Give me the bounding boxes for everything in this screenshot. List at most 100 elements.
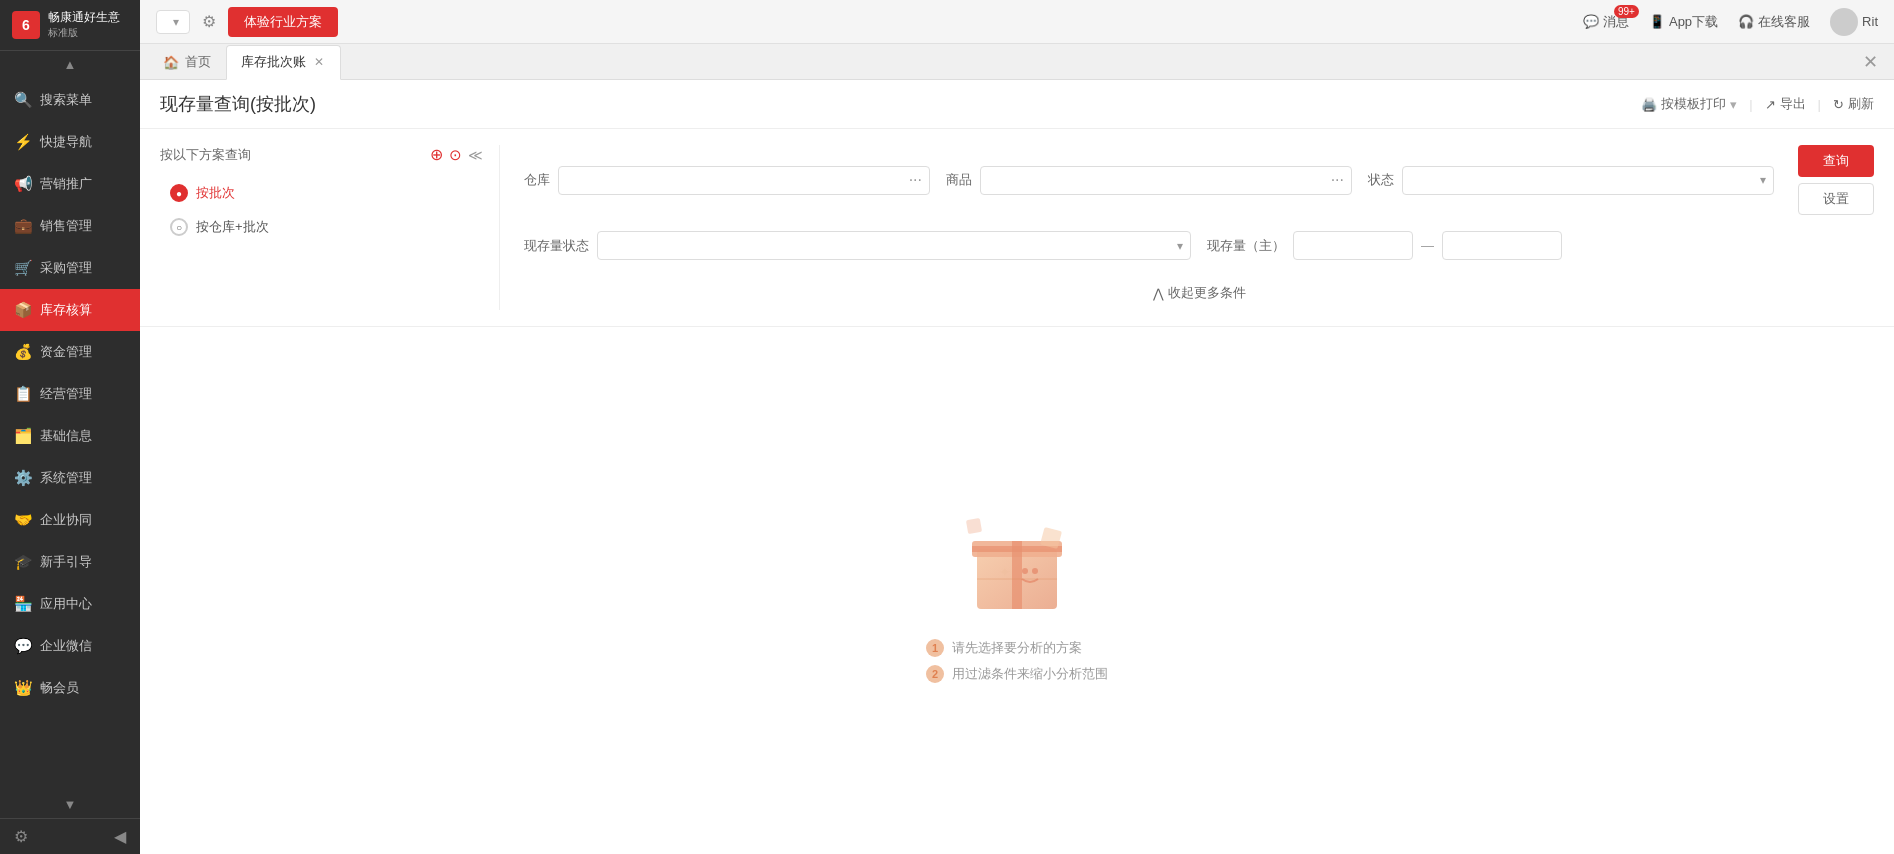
export-icon: ↗ — [1765, 97, 1776, 112]
finance-icon: 💰 — [14, 343, 32, 361]
settings-icon[interactable]: ⚙ — [14, 827, 28, 846]
status-group: 状态 ▾ — [1368, 166, 1774, 195]
status-select[interactable] — [1402, 166, 1774, 195]
basic-icon: 🗂️ — [14, 427, 32, 445]
sidebar-item-purchase[interactable]: 🛒 采购管理 — [0, 247, 140, 289]
filter-option-warehouse-batch[interactable]: ○ 按仓库+批次 — [160, 210, 483, 244]
sidebar-item-label: 基础信息 — [40, 427, 92, 445]
app-download-icon: 📱 — [1649, 14, 1665, 29]
sidebar-item-shortcut[interactable]: ⚡ 快捷导航 — [0, 121, 140, 163]
appstore-icon: 🏪 — [14, 595, 32, 613]
query-buttons: 查询 设置 — [1798, 145, 1874, 215]
wechat-icon: 💬 — [14, 637, 32, 655]
sidebar-item-finance[interactable]: 💰 资金管理 — [0, 331, 140, 373]
tab-home[interactable]: 🏠 首页 — [148, 44, 226, 79]
warehouse-group: 仓库 ··· — [524, 166, 930, 195]
sidebar-item-label: 经营管理 — [40, 385, 92, 403]
shortcut-icon: ⚡ — [14, 133, 32, 151]
sidebar-item-appstore[interactable]: 🏪 应用中心 — [0, 583, 140, 625]
sidebar-item-newbie[interactable]: 🎓 新手引导 — [0, 541, 140, 583]
tab-close-icon[interactable]: ✕ — [312, 55, 326, 69]
system-icon: ⚙️ — [14, 469, 32, 487]
sidebar-item-operations[interactable]: 📋 经营管理 — [0, 373, 140, 415]
filter-collapse-row[interactable]: ⋀ 收起更多条件 — [524, 276, 1874, 310]
sidebar-scroll-down[interactable]: ▼ — [0, 790, 140, 818]
goods-group: 商品 ··· — [946, 166, 1352, 195]
tab-inventory-batch[interactable]: 库存批次账 ✕ — [226, 45, 341, 80]
trial-button[interactable]: 体验行业方案 — [228, 7, 338, 37]
status-label: 状态 — [1368, 171, 1394, 189]
filter-left-header: 按以下方案查询 ⊕ ⊙ ≪ — [160, 145, 483, 164]
filter-row-2: 现存量状态 ▾ 现存量（主） — — [524, 231, 1874, 260]
svg-point-7 — [1032, 568, 1038, 574]
hint-num-2: 2 — [926, 665, 944, 683]
empty-state: ✦ 1 请先选择要分析的方案 2 用过滤条件来缩 — [140, 327, 1894, 854]
qty-range-sep: — — [1421, 238, 1434, 253]
empty-hint-2: 2 用过滤条件来缩小分析范围 — [926, 665, 1108, 683]
empty-hint-1: 1 请先选择要分析的方案 — [926, 639, 1108, 657]
sidebar-item-vip[interactable]: 👑 畅会员 — [0, 667, 140, 709]
inventory-status-select-container: ▾ — [597, 231, 1191, 260]
search-menu-icon: 🔍 — [14, 91, 32, 109]
app-info: 畅康通好生意 标准版 — [48, 10, 120, 40]
refresh-button[interactable]: ↻ 刷新 — [1833, 95, 1874, 113]
sidebar-item-search[interactable]: 🔍 搜索菜单 — [0, 79, 140, 121]
collapse-label: 收起更多条件 — [1168, 284, 1246, 302]
inventory-qty-min-input[interactable] — [1293, 231, 1413, 260]
sidebar: 6 畅康通好生意 标准版 ▲ 🔍 搜索菜单 ⚡ 快捷导航 📢 营销推广 — [0, 0, 140, 854]
purchase-icon: 🛒 — [14, 259, 32, 277]
avatar — [1830, 8, 1858, 36]
sidebar-item-label: 应用中心 — [40, 595, 92, 613]
sidebar-item-label: 资金管理 — [40, 343, 92, 361]
sidebar-item-system[interactable]: ⚙️ 系统管理 — [0, 457, 140, 499]
sidebar-item-label: 快捷导航 — [40, 133, 92, 151]
message-badge: 99+ — [1614, 5, 1639, 18]
sidebar-item-wechat[interactable]: 💬 企业微信 — [0, 625, 140, 667]
tab-inventory-batch-label: 库存批次账 — [241, 53, 306, 71]
online-service-button[interactable]: 🎧 在线客服 — [1738, 13, 1810, 31]
warehouse-input[interactable] — [558, 166, 930, 195]
add-scheme-icon[interactable]: ⊕ — [430, 145, 443, 164]
warehouse-input-container: ··· — [558, 166, 930, 195]
sidebar-scroll-up[interactable]: ▲ — [0, 51, 140, 79]
sidebar-item-marketing[interactable]: 📢 营销推广 — [0, 163, 140, 205]
header-sep-2: | — [1818, 97, 1821, 112]
filter-panel: 按以下方案查询 ⊕ ⊙ ≪ ● 按批次 ○ 按仓库+批次 — [140, 129, 1894, 327]
sidebar-item-label: 销售管理 — [40, 217, 92, 235]
goods-input[interactable] — [980, 166, 1352, 195]
header-sep-1: | — [1749, 97, 1752, 112]
sidebar-nav: 🔍 搜索菜单 ⚡ 快捷导航 📢 营销推广 💼 销售管理 🛒 采购管理 📦 — [0, 79, 140, 790]
print-button[interactable]: 🖨️ 按模板打印 ▾ — [1641, 95, 1737, 113]
sidebar-item-label: 企业微信 — [40, 637, 92, 655]
filter-panel-collapse-icon[interactable]: ≪ — [468, 147, 483, 163]
app-download-button[interactable]: 📱 App下载 — [1649, 13, 1718, 31]
goods-input-container: ··· — [980, 166, 1352, 195]
svg-rect-3 — [972, 546, 1062, 552]
warehouse-more-icon[interactable]: ··· — [909, 171, 922, 189]
sidebar-item-basic[interactable]: 🗂️ 基础信息 — [0, 415, 140, 457]
collapse-sidebar-icon[interactable]: ◀ — [114, 827, 126, 846]
filter-row-1: 仓库 ··· 商品 ··· — [524, 145, 1874, 215]
sidebar-item-sales[interactable]: 💼 销售管理 — [0, 205, 140, 247]
sidebar-item-inventory[interactable]: 📦 库存核算 — [0, 289, 140, 331]
filter-right: 仓库 ··· 商品 ··· — [500, 145, 1874, 310]
scheme-settings-icon[interactable]: ⊙ — [449, 146, 462, 164]
sidebar-item-label: 新手引导 — [40, 553, 92, 571]
inventory-qty-max-input[interactable] — [1442, 231, 1562, 260]
warehouse-label: 仓库 — [524, 171, 550, 189]
sidebar-item-enterprise[interactable]: 🤝 企业协同 — [0, 499, 140, 541]
export-button[interactable]: ↗ 导出 — [1765, 95, 1806, 113]
filter-option-batch[interactable]: ● 按批次 — [160, 176, 483, 210]
query-button[interactable]: 查询 — [1798, 145, 1874, 177]
goods-more-icon[interactable]: ··· — [1331, 171, 1344, 189]
topbar-gear-icon[interactable]: ⚙ — [202, 12, 216, 31]
status-select-container: ▾ — [1402, 166, 1774, 195]
settings-button[interactable]: 设置 — [1798, 183, 1874, 215]
user-menu[interactable]: Rit — [1830, 8, 1878, 36]
sidebar-item-label: 采购管理 — [40, 259, 92, 277]
inventory-status-select[interactable] — [597, 231, 1191, 260]
topbar-search-box[interactable]: ▾ — [156, 10, 190, 34]
message-button[interactable]: 💬 消息 99+ — [1583, 13, 1629, 31]
page-area: 现存量查询(按批次) 🖨️ 按模板打印 ▾ | ↗ 导出 | ↻ — [140, 80, 1894, 854]
close-all-tabs-icon[interactable]: ✕ — [1855, 51, 1886, 73]
